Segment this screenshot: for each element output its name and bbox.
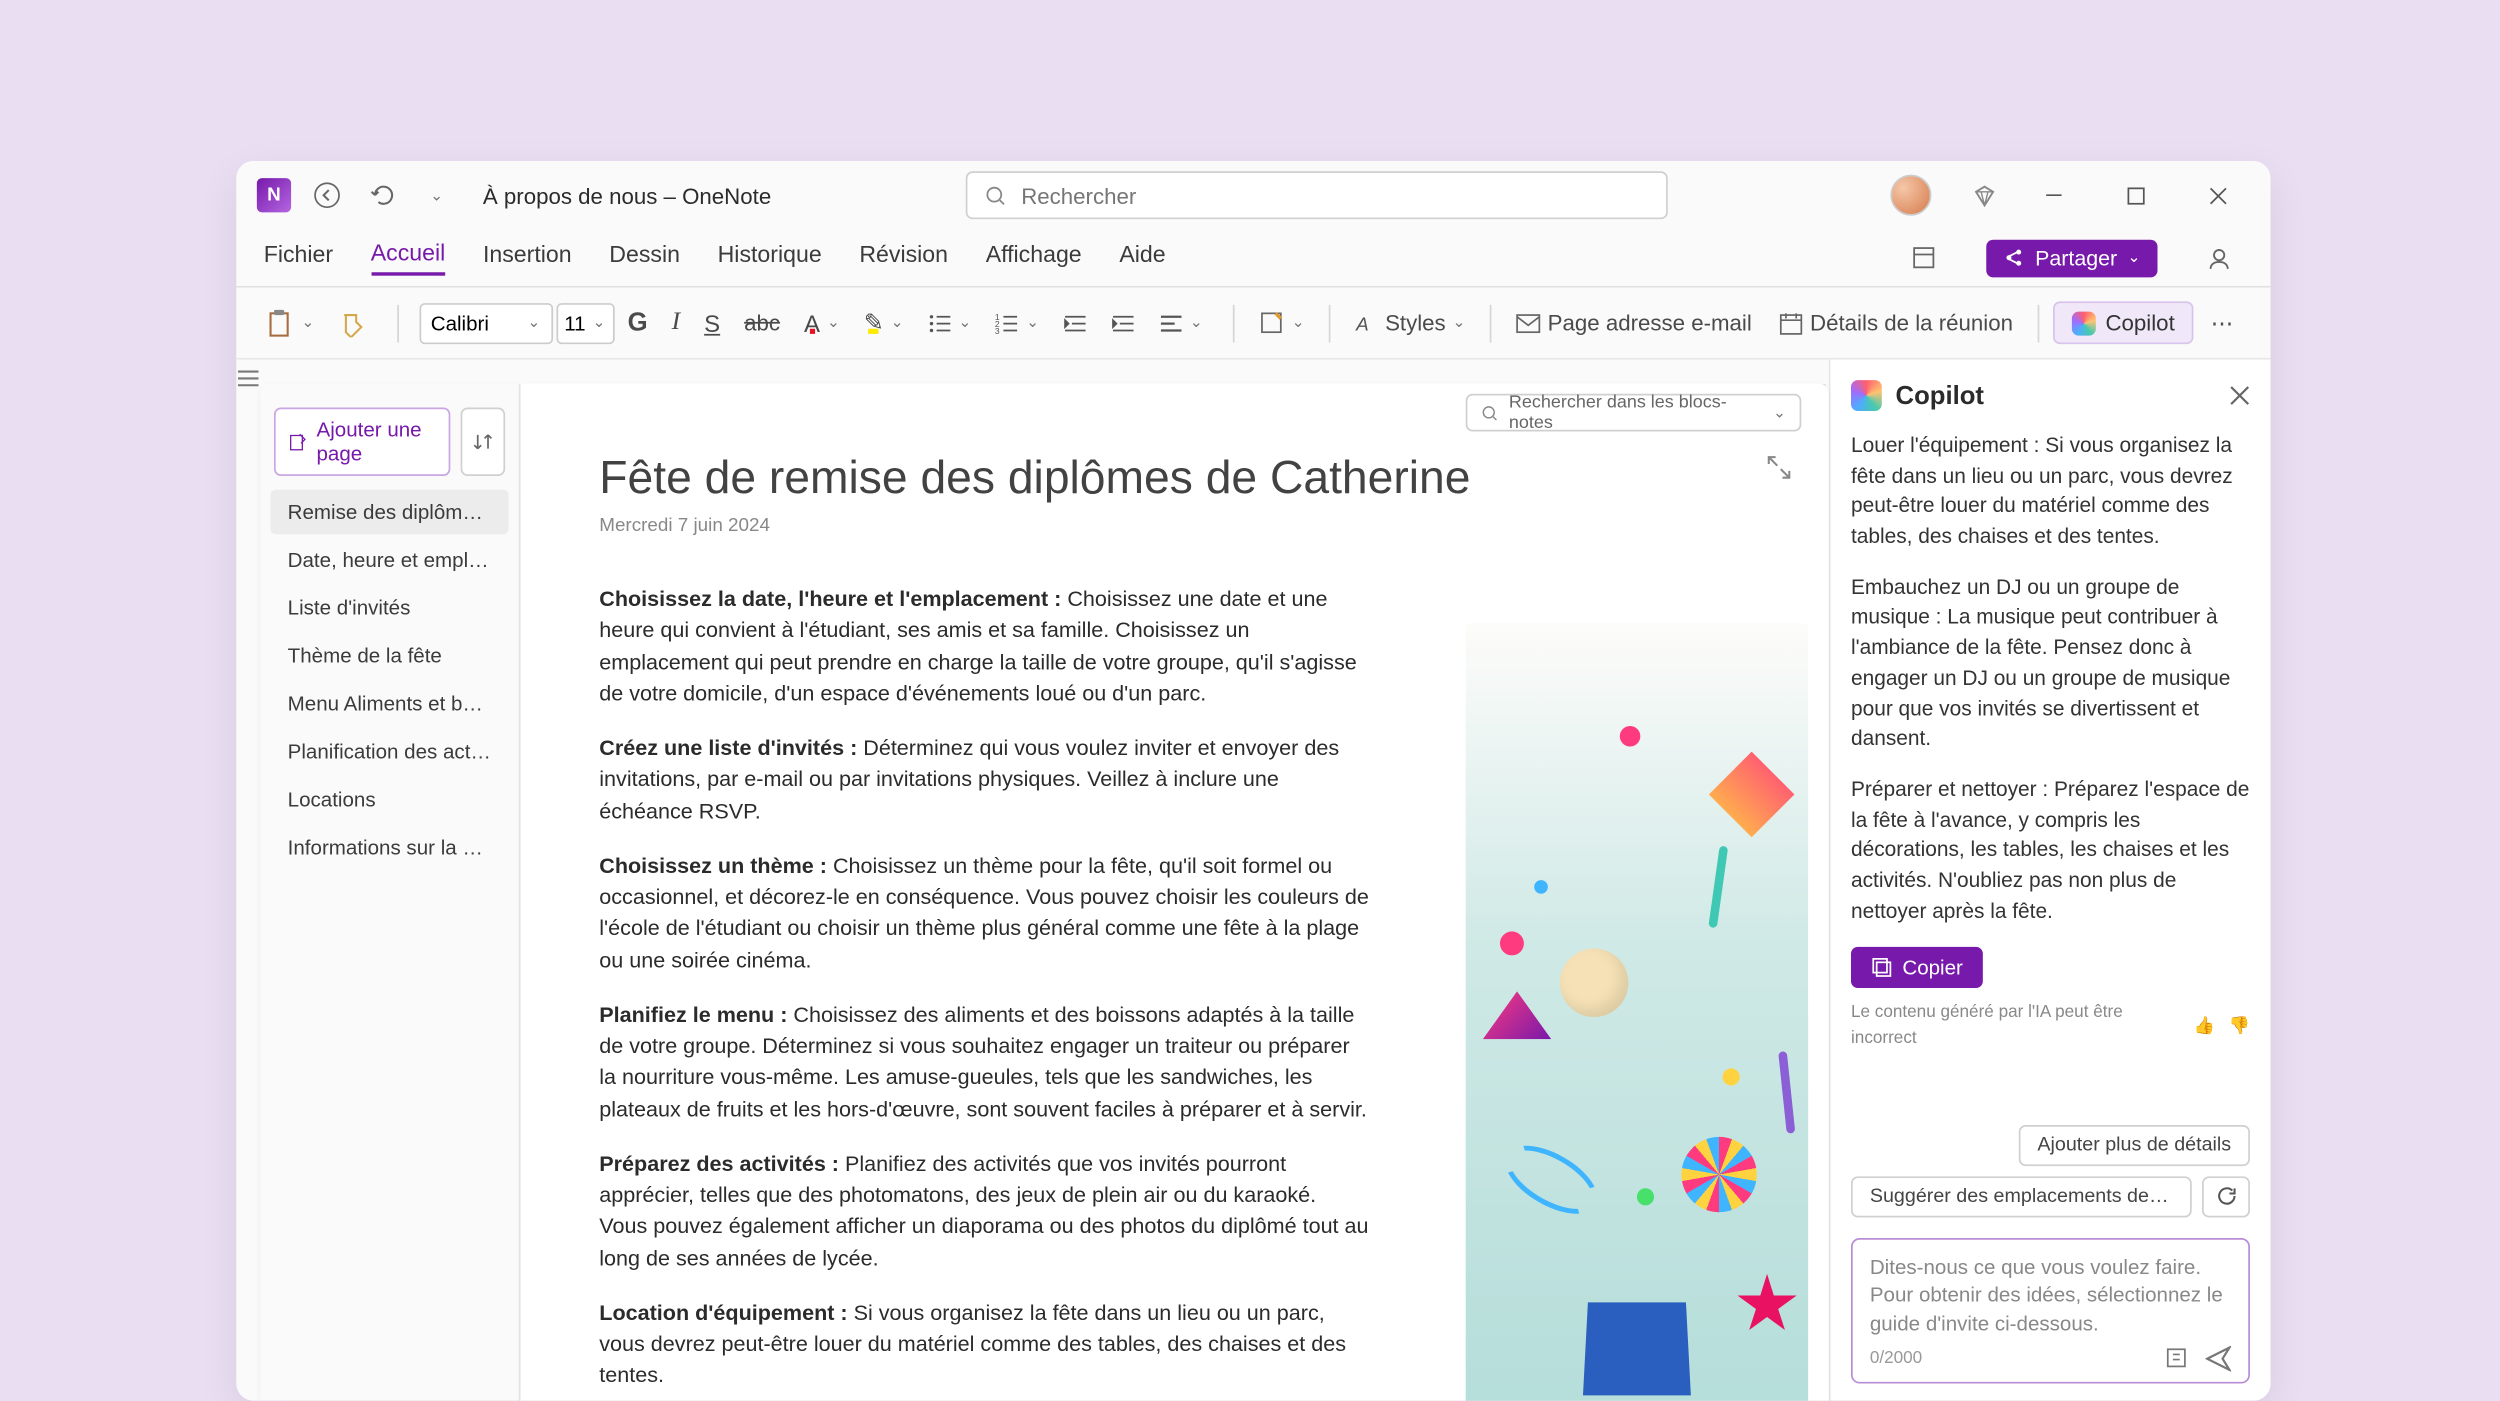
app-window: N ⌄ À propos de nous – OneNote Recherche… xyxy=(236,161,2270,1401)
customize-qat-button[interactable]: ⌄ xyxy=(418,176,456,214)
underline-button[interactable]: S xyxy=(694,299,731,347)
copilot-send-button[interactable] xyxy=(2205,1346,2231,1372)
copilot-copy-button[interactable]: Copier xyxy=(1851,947,1983,988)
menu-file[interactable]: Fichier xyxy=(264,241,333,274)
meeting-details-button[interactable]: Détails de la réunion xyxy=(1769,299,2023,347)
bullets-button[interactable]: ⌄ xyxy=(917,299,981,347)
numbering-button[interactable]: 123⌄ xyxy=(985,299,1049,347)
svg-text:A: A xyxy=(1355,313,1369,334)
thumbs-up-button[interactable]: 👍 xyxy=(2194,1015,2215,1040)
format-painter-button[interactable] xyxy=(328,299,376,347)
copilot-pane-title: Copilot xyxy=(1896,381,2216,410)
tags-button[interactable]: ⌄ xyxy=(1249,299,1315,347)
search-notebooks[interactable]: Rechercher dans les blocs-notes ⌄ xyxy=(1466,394,1802,432)
outdent-button[interactable] xyxy=(1053,299,1098,347)
copy-icon xyxy=(1872,958,1893,979)
page-item[interactable]: Liste d'invités xyxy=(271,586,509,631)
add-page-button[interactable]: Ajouter une page xyxy=(274,408,450,476)
copilot-pane: Copilot Louer l'équipement : Si vous org… xyxy=(1829,360,2271,1401)
page-item[interactable]: Locations xyxy=(271,777,509,822)
menu-review[interactable]: Révision xyxy=(859,241,948,274)
menu-help[interactable]: Aide xyxy=(1119,241,1165,274)
menu-insert[interactable]: Insertion xyxy=(483,241,572,274)
menu-view[interactable]: Affichage xyxy=(986,241,1082,274)
font-color-button[interactable]: A⌄ xyxy=(794,299,850,347)
premium-icon[interactable] xyxy=(1966,176,2004,214)
menu-home[interactable]: Accueil xyxy=(371,240,446,276)
copilot-refresh-button[interactable] xyxy=(2202,1176,2250,1217)
copilot-icon xyxy=(2071,311,2095,335)
copilot-close-button[interactable] xyxy=(2229,385,2250,406)
sort-pages-button[interactable] xyxy=(461,408,506,476)
maximize-button[interactable] xyxy=(2103,170,2168,221)
page-item[interactable]: Planification des activités xyxy=(271,729,509,774)
share-label: Partager xyxy=(2035,246,2117,270)
user-avatar[interactable] xyxy=(1890,175,1931,216)
page-item[interactable]: Informations sur la bande xyxy=(271,825,509,870)
document-title: À propos de nous – OneNote xyxy=(483,182,771,208)
copilot-ribbon-button[interactable]: Copilot xyxy=(2052,301,2193,344)
search-icon xyxy=(1481,403,1499,422)
close-button[interactable] xyxy=(2185,170,2250,221)
titlebar: N ⌄ À propos de nous – OneNote Recherche… xyxy=(236,161,2270,229)
strikethrough-button[interactable]: abc xyxy=(734,299,790,347)
page-list-sidebar: Ajouter une page Remise des diplômes de…… xyxy=(260,384,520,1401)
align-button[interactable]: ⌄ xyxy=(1149,299,1213,347)
add-page-icon xyxy=(289,431,306,453)
menubar: Fichier Accueil Insertion Dessin Histori… xyxy=(236,229,2270,287)
highlight-button[interactable]: ✎⌄ xyxy=(853,299,913,347)
fullscreen-button[interactable] xyxy=(1767,455,1791,479)
search-icon xyxy=(985,184,1007,206)
nav-toggle[interactable] xyxy=(236,360,260,1401)
italic-button[interactable]: I xyxy=(661,299,690,347)
page-item[interactable]: Menu Aliments et boissons xyxy=(271,681,509,726)
ribbon-toolbar: ⌄ Calibri⌄ 11⌄ G I S abc A⌄ ✎⌄ ⌄ 123⌄ ⌄ … xyxy=(236,288,2270,360)
svg-text:3: 3 xyxy=(995,325,1000,335)
page-date: Mercredi 7 juin 2024 xyxy=(599,515,1808,536)
copilot-disclaimer: Le contenu généré par l'IA peut être inc… xyxy=(1851,1002,2180,1052)
font-size-selector[interactable]: 11⌄ xyxy=(556,302,614,343)
menu-history[interactable]: Historique xyxy=(718,241,822,274)
share-icon xyxy=(2003,247,2025,269)
back-button[interactable] xyxy=(308,176,346,214)
page-item[interactable]: Date, heure et emplacem… xyxy=(271,538,509,583)
comments-button[interactable] xyxy=(2195,234,2243,282)
party-image xyxy=(1466,623,1808,1400)
email-page-button[interactable]: Page adresse e-mail xyxy=(1505,299,1762,347)
page-item[interactable]: Remise des diplômes de… xyxy=(271,490,509,535)
bold-button[interactable]: G xyxy=(617,299,658,347)
share-button[interactable]: Partager ⌄ xyxy=(1985,239,2157,277)
page-item[interactable]: Thème de la fête xyxy=(271,634,509,679)
content-area: Ajouter une page Remise des diplômes de…… xyxy=(236,360,2270,1401)
undo-button[interactable] xyxy=(363,176,401,214)
note-body[interactable]: Choisissez la date, l'heure et l'emplace… xyxy=(599,584,1370,1401)
minimize-button[interactable] xyxy=(2021,170,2086,221)
ribbon-overflow[interactable]: ⋯ xyxy=(2200,299,2243,347)
copilot-chip-locations[interactable]: Suggérer des emplacements de fête un… xyxy=(1851,1176,2192,1217)
font-selector[interactable]: Calibri⌄ xyxy=(419,302,553,343)
page-title[interactable]: Fête de remise des diplômes de Catherine xyxy=(599,452,1808,505)
copilot-chip-details[interactable]: Ajouter plus de détails xyxy=(2019,1124,2250,1165)
styles-button[interactable]: AStyles⌄ xyxy=(1344,299,1476,347)
copilot-input-placeholder: Dites-nous ce que vous voulez faire. Pou… xyxy=(1870,1253,2231,1339)
copilot-logo-icon xyxy=(1851,380,1882,411)
mode-switcher[interactable] xyxy=(1900,234,1948,282)
copilot-char-counter: 0/2000 xyxy=(1870,1349,1922,1368)
indent-button[interactable] xyxy=(1101,299,1146,347)
copilot-input[interactable]: Dites-nous ce que vous voulez faire. Pou… xyxy=(1851,1237,2250,1383)
onenote-app-icon: N xyxy=(257,178,291,212)
global-search[interactable]: Rechercher xyxy=(966,171,1668,219)
copilot-response: Louer l'équipement : Si vous organisez l… xyxy=(1851,431,2250,1124)
thumbs-down-button[interactable]: 👎 xyxy=(2229,1015,2250,1040)
note-canvas[interactable]: Rechercher dans les blocs-notes ⌄ Fête d… xyxy=(521,384,1829,1401)
menu-draw[interactable]: Dessin xyxy=(609,241,680,274)
copilot-prompt-guide-button[interactable] xyxy=(2164,1346,2188,1372)
search-placeholder: Rechercher xyxy=(1021,182,1136,208)
paste-button[interactable]: ⌄ xyxy=(257,299,325,347)
